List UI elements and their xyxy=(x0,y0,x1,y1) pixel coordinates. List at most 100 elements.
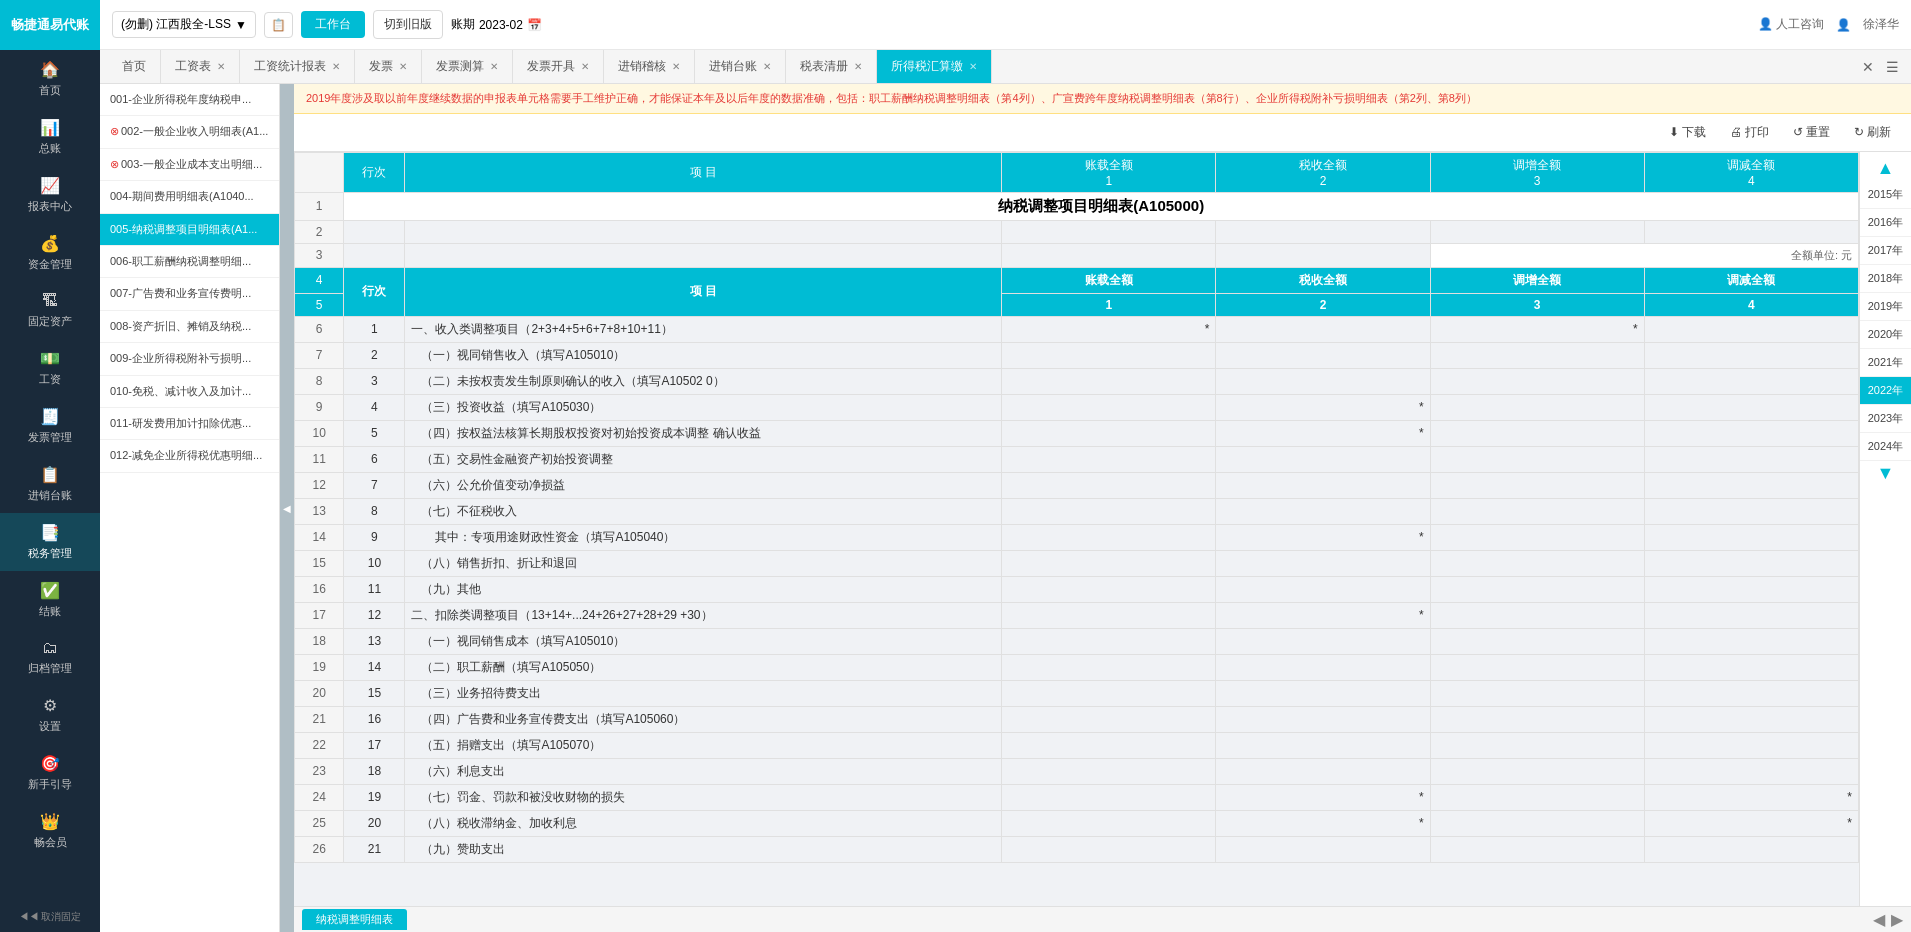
c3-cell[interactable] xyxy=(1430,576,1644,602)
c1-cell[interactable] xyxy=(1002,706,1216,732)
year-2017[interactable]: 2017年 xyxy=(1860,237,1911,265)
c4-cell[interactable] xyxy=(1644,576,1858,602)
sheet-main[interactable]: 行次 项 目 账载全额1 税收全额2 调增全额3 调减全额4 1 纳税调整项目明… xyxy=(294,152,1859,907)
copy-btn[interactable]: 📋 xyxy=(264,12,293,38)
c3-cell[interactable] xyxy=(1430,472,1644,498)
c3-cell[interactable] xyxy=(1430,498,1644,524)
left-panel-item-002[interactable]: ⊗002-一般企业收入明细表(A1... xyxy=(100,116,279,148)
item-cell[interactable]: 其中：专项用途财政性资金（填写A105040） xyxy=(405,524,1002,550)
item-cell[interactable]: （八）销售折扣、折让和退回 xyxy=(405,550,1002,576)
c4-cell[interactable]: * xyxy=(1644,784,1858,810)
year-scroll-down[interactable]: ▼ xyxy=(1875,461,1897,486)
c1-cell[interactable] xyxy=(1002,576,1216,602)
c3-cell[interactable] xyxy=(1430,524,1644,550)
sidebar-item-settings[interactable]: ⚙ 设置 xyxy=(0,686,100,744)
item-cell[interactable]: （二）未按权责发生制原则确认的收入（填写A10502 0） xyxy=(405,368,1002,394)
c1-cell[interactable]: * xyxy=(1002,316,1216,342)
sidebar-item-tax[interactable]: 📑 税务管理 xyxy=(0,513,100,571)
left-panel-item-008[interactable]: 008-资产折旧、摊销及纳税... xyxy=(100,311,279,343)
c3-cell[interactable] xyxy=(1430,758,1644,784)
c4-cell[interactable] xyxy=(1644,524,1858,550)
c1-cell[interactable] xyxy=(1002,472,1216,498)
c2-cell[interactable] xyxy=(1216,836,1430,862)
c3-cell[interactable] xyxy=(1430,368,1644,394)
c2-cell[interactable] xyxy=(1216,680,1430,706)
tab-close[interactable]: ✕ xyxy=(854,61,862,72)
reset-btn[interactable]: ↺ 重置 xyxy=(1785,120,1838,145)
sidebar-item-guide[interactable]: 🎯 新手引导 xyxy=(0,744,100,802)
c4-cell[interactable] xyxy=(1644,342,1858,368)
tab-prev-btn[interactable]: ✕ xyxy=(1858,55,1878,79)
c3-cell[interactable] xyxy=(1430,784,1644,810)
c4-cell[interactable] xyxy=(1644,732,1858,758)
sidebar-unpin[interactable]: ◀◀ 取消固定 xyxy=(0,902,100,932)
c4-cell[interactable] xyxy=(1644,758,1858,784)
sidebar-item-sales[interactable]: 📋 进销台账 xyxy=(0,455,100,513)
c1-cell[interactable] xyxy=(1002,394,1216,420)
c4-cell[interactable] xyxy=(1644,394,1858,420)
scroll-right-btn[interactable]: ▶ xyxy=(1891,910,1903,929)
tab-close[interactable]: ✕ xyxy=(969,61,977,72)
c2-cell[interactable] xyxy=(1216,758,1430,784)
c2-cell[interactable] xyxy=(1216,472,1430,498)
c2-cell[interactable]: * xyxy=(1216,394,1430,420)
item-cell[interactable]: 一、收入类调整项目（2+3+4+5+6+7+8+10+11） xyxy=(405,316,1002,342)
c2-cell[interactable]: * xyxy=(1216,602,1430,628)
left-panel-item-004[interactable]: 004-期间费用明细表(A1040... xyxy=(100,181,279,213)
c1-cell[interactable] xyxy=(1002,654,1216,680)
item-cell[interactable]: （六）利息支出 xyxy=(405,758,1002,784)
year-scroll-up[interactable]: ▲ xyxy=(1875,156,1897,181)
left-panel-item-006[interactable]: 006-职工薪酬纳税调整明细... xyxy=(100,246,279,278)
sidebar-item-archive[interactable]: 🗂 归档管理 xyxy=(0,629,100,686)
left-panel-item-009[interactable]: 009-企业所得税附补亏损明... xyxy=(100,343,279,375)
tab-check[interactable]: 进销稽核 ✕ xyxy=(604,50,695,83)
item-cell[interactable]: （二）职工薪酬（填写A105050） xyxy=(405,654,1002,680)
c2-cell[interactable] xyxy=(1216,654,1430,680)
c3-cell[interactable] xyxy=(1430,420,1644,446)
c4-cell[interactable] xyxy=(1644,550,1858,576)
tab-salary[interactable]: 工资表 ✕ xyxy=(161,50,240,83)
scroll-left-btn[interactable]: ◀ xyxy=(1873,910,1885,929)
item-cell[interactable]: （四）广告费和业务宣传费支出（填写A105060） xyxy=(405,706,1002,732)
left-panel-item-005[interactable]: 005-纳税调整项目明细表(A1... xyxy=(100,214,279,246)
year-2018[interactable]: 2018年 xyxy=(1860,265,1911,293)
left-panel-item-012[interactable]: 012-减免企业所得税优惠明细... xyxy=(100,440,279,472)
c4-cell[interactable] xyxy=(1644,446,1858,472)
calendar-icon[interactable]: 📅 xyxy=(527,18,542,32)
sidebar-item-invoice[interactable]: 🧾 发票管理 xyxy=(0,397,100,455)
c4-cell[interactable] xyxy=(1644,498,1858,524)
c4-cell[interactable] xyxy=(1644,420,1858,446)
c1-cell[interactable] xyxy=(1002,784,1216,810)
c3-cell[interactable]: * xyxy=(1430,316,1644,342)
item-cell[interactable]: （一）视同销售收入（填写A105010） xyxy=(405,342,1002,368)
left-panel-item-011[interactable]: 011-研发费用加计扣除优惠... xyxy=(100,408,279,440)
left-panel-item-003[interactable]: ⊗003-一般企业成本支出明细... xyxy=(100,149,279,181)
workspace-btn[interactable]: 工作台 xyxy=(301,11,365,38)
c4-cell[interactable] xyxy=(1644,316,1858,342)
tab-invoice[interactable]: 发票 ✕ xyxy=(355,50,422,83)
tab-close[interactable]: ✕ xyxy=(490,61,498,72)
sidebar-item-close[interactable]: ✅ 结账 xyxy=(0,571,100,629)
sidebar-item-ledger[interactable]: 📊 总账 xyxy=(0,108,100,166)
c3-cell[interactable] xyxy=(1430,394,1644,420)
switch-btn[interactable]: 切到旧版 xyxy=(373,10,443,39)
tab-invoice-open[interactable]: 发票开具 ✕ xyxy=(513,50,604,83)
c1-cell[interactable] xyxy=(1002,368,1216,394)
item-cell[interactable]: （四）按权益法核算长期股权投资对初始投资成本调整 确认收益 xyxy=(405,420,1002,446)
c4-cell[interactable] xyxy=(1644,602,1858,628)
year-2015[interactable]: 2015年 xyxy=(1860,181,1911,209)
c1-cell[interactable] xyxy=(1002,524,1216,550)
item-cell[interactable]: （七）罚金、罚款和被没收财物的损失 xyxy=(405,784,1002,810)
tab-close[interactable]: ✕ xyxy=(581,61,589,72)
c1-cell[interactable] xyxy=(1002,342,1216,368)
c3-cell[interactable] xyxy=(1430,680,1644,706)
tab-close[interactable]: ✕ xyxy=(332,61,340,72)
left-panel-item-010[interactable]: 010-免税、减计收入及加计... xyxy=(100,376,279,408)
c2-cell[interactable] xyxy=(1216,550,1430,576)
c2-cell[interactable] xyxy=(1216,732,1430,758)
company-select[interactable]: (勿删) 江西股全-LSS ▼ xyxy=(112,11,256,38)
c2-cell[interactable] xyxy=(1216,342,1430,368)
download-btn[interactable]: ⬇ 下载 xyxy=(1661,120,1714,145)
item-cell[interactable]: （六）公允价值变动净损益 xyxy=(405,472,1002,498)
item-cell[interactable]: （七）不征税收入 xyxy=(405,498,1002,524)
